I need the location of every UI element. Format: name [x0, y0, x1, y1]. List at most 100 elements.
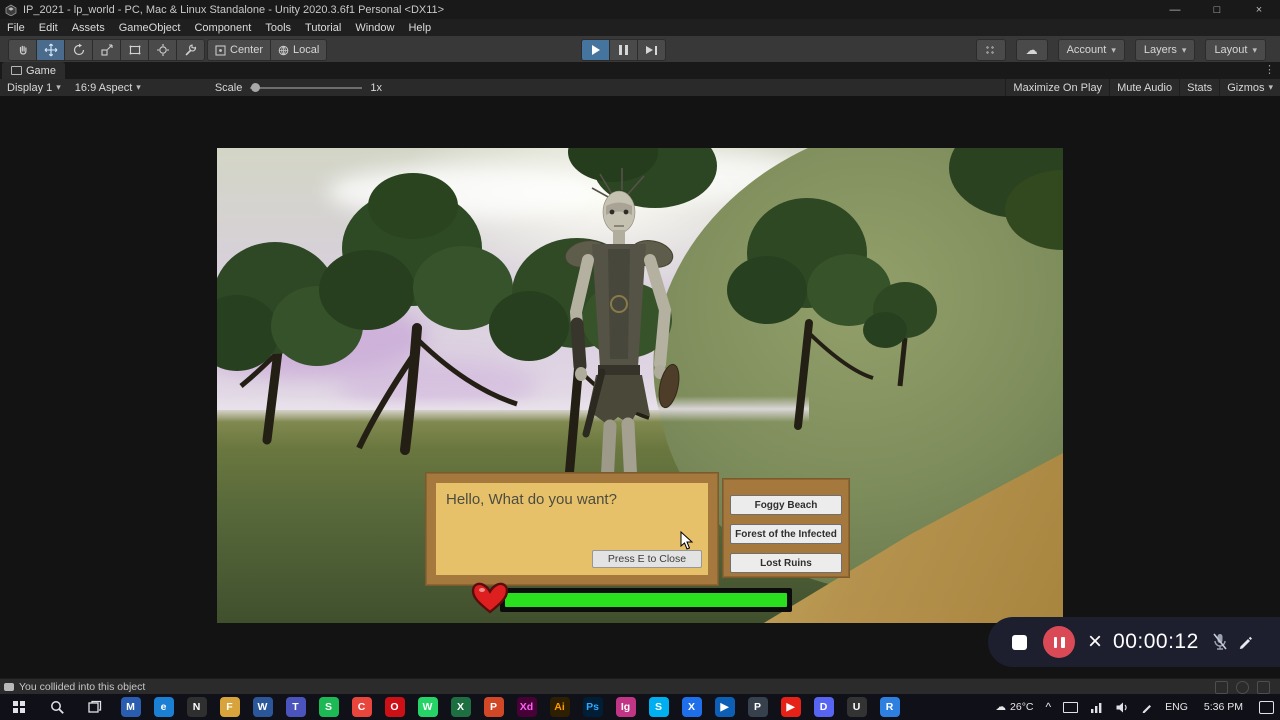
- close-recorder-icon[interactable]: ×: [1088, 630, 1102, 654]
- taskbar-app-powerpoint[interactable]: P: [477, 694, 510, 720]
- game-view[interactable]: Hello, What do you want? Press E to Clos…: [217, 148, 1063, 623]
- annotate-pencil-icon[interactable]: [1237, 634, 1253, 650]
- taskbar-app-photoshop[interactable]: Ps: [576, 694, 609, 720]
- taskbar-app-movies-tv[interactable]: ▶: [708, 694, 741, 720]
- gizmos-dropdown[interactable]: Gizmos ▾: [1219, 79, 1280, 96]
- menu-help[interactable]: Help: [401, 19, 438, 36]
- collab-icon[interactable]: [1257, 680, 1270, 694]
- menu-tutorial[interactable]: Tutorial: [298, 19, 348, 36]
- menu-edit[interactable]: Edit: [32, 19, 65, 36]
- hand-tool-button[interactable]: [8, 39, 37, 61]
- rotate-tool-button[interactable]: [65, 39, 93, 61]
- orientation-toggle-button[interactable]: Local: [271, 39, 328, 61]
- taskbar-app-word[interactable]: W: [246, 694, 279, 720]
- cloud-button[interactable]: ☁: [1015, 39, 1048, 61]
- spotify-icon: S: [318, 697, 339, 717]
- taskbar-app-unity-hub[interactable]: U: [840, 694, 873, 720]
- location-button-lost-ruins[interactable]: Lost Ruins: [730, 553, 842, 573]
- transform-tool-button[interactable]: [149, 39, 177, 61]
- layers-dropdown[interactable]: Layers ▾: [1134, 39, 1196, 61]
- search-button[interactable]: [38, 694, 76, 720]
- taskbar-app-adobe-xd[interactable]: Xd: [510, 694, 543, 720]
- taskbar-app-excel[interactable]: X: [444, 694, 477, 720]
- taskbar-app-xbox[interactable]: X: [675, 694, 708, 720]
- tab-overflow-icon[interactable]: ⋮: [1264, 63, 1275, 76]
- npc-character: [564, 168, 680, 484]
- taskbar-app-file-explorer[interactable]: F: [213, 694, 246, 720]
- close-icon[interactable]: ×: [1238, 0, 1280, 19]
- maximize-on-play-toggle[interactable]: Maximize On Play: [1005, 79, 1109, 96]
- rect-tool-button[interactable]: [121, 39, 149, 61]
- pivot-toggle-button[interactable]: Center: [207, 39, 272, 61]
- aspect-dropdown[interactable]: 16:9 Aspect ▾: [68, 79, 148, 96]
- layout-dropdown[interactable]: Layout ▾: [1205, 39, 1266, 61]
- menu-gameobject[interactable]: GameObject: [112, 19, 188, 36]
- scale-slider-knob[interactable]: [251, 82, 261, 92]
- play-button[interactable]: [581, 39, 610, 61]
- console-message-icon[interactable]: [4, 683, 14, 691]
- scale-slider[interactable]: [250, 82, 363, 92]
- location-button-forest-of-the-infected[interactable]: Forest of the Infected: [730, 524, 842, 544]
- menu-tools[interactable]: Tools: [258, 19, 298, 36]
- step-button[interactable]: [638, 39, 666, 61]
- volume-tray-button[interactable]: [1109, 694, 1135, 720]
- notion-icon: N: [186, 697, 207, 717]
- location-button-foggy-beach[interactable]: Foggy Beach: [730, 495, 842, 515]
- custom-tool-button[interactable]: [177, 39, 205, 61]
- discord-icon: D: [813, 697, 834, 717]
- taskbar-app-edge[interactable]: e: [147, 694, 180, 720]
- taskbar-app-instagram[interactable]: Ig: [609, 694, 642, 720]
- display-dropdown[interactable]: Display 1 ▾: [0, 79, 68, 96]
- action-center-button[interactable]: [1253, 694, 1280, 720]
- taskbar-app-illustrator[interactable]: Ai: [543, 694, 576, 720]
- taskbar-app-youtube[interactable]: ▶: [774, 694, 807, 720]
- taskbar-app-opera[interactable]: O: [378, 694, 411, 720]
- activity-icon[interactable]: [1236, 680, 1249, 694]
- weather-widget[interactable]: ☁ 26°C: [990, 694, 1040, 720]
- taskbar-app-chrome[interactable]: C: [345, 694, 378, 720]
- globe-icon: [278, 45, 289, 55]
- status-message[interactable]: You collided into this object: [19, 681, 145, 693]
- mute-audio-toggle[interactable]: Mute Audio: [1109, 79, 1179, 96]
- taskbar-app-discord[interactable]: D: [807, 694, 840, 720]
- display-tray-button[interactable]: [1057, 694, 1084, 720]
- tab-game[interactable]: Game: [2, 62, 65, 79]
- location-panel: Foggy Beach Forest of the Infected Lost …: [722, 478, 850, 578]
- microphone-muted-icon[interactable]: [1211, 632, 1229, 652]
- pause-button[interactable]: [610, 39, 638, 61]
- menu-component[interactable]: Component: [187, 19, 258, 36]
- taskbar-app-screen-recorder[interactable]: R: [873, 694, 906, 720]
- adobe-xd-icon: Xd: [516, 697, 537, 717]
- taskbar-app-notion[interactable]: N: [180, 694, 213, 720]
- move-tool-button[interactable]: [37, 39, 65, 61]
- menu-window[interactable]: Window: [348, 19, 401, 36]
- health-bar-frame: [500, 588, 792, 612]
- network-tray-button[interactable]: [1084, 694, 1109, 720]
- press-e-to-close-button[interactable]: Press E to Close: [592, 550, 702, 568]
- pen-tray-button[interactable]: [1135, 694, 1159, 720]
- language-indicator[interactable]: ENG: [1159, 694, 1194, 720]
- taskbar-app-teams[interactable]: T: [279, 694, 312, 720]
- menu-assets[interactable]: Assets: [65, 19, 112, 36]
- maximize-icon[interactable]: □: [1196, 0, 1238, 19]
- taskbar-app-mail[interactable]: M: [114, 694, 147, 720]
- taskbar-app-whatsapp[interactable]: W: [411, 694, 444, 720]
- hidden-icons-button[interactable]: ^: [1039, 694, 1057, 720]
- minimize-icon[interactable]: —: [1154, 0, 1196, 19]
- stats-toggle[interactable]: Stats: [1179, 79, 1219, 96]
- chevron-down-icon: ▾: [1111, 44, 1116, 55]
- recording-timer: 00:00:12: [1113, 630, 1199, 653]
- services-button[interactable]: [975, 39, 1006, 61]
- scale-tool-button[interactable]: [93, 39, 121, 61]
- taskbar-app-spotify[interactable]: S: [312, 694, 345, 720]
- taskbar-app-your-phone[interactable]: P: [741, 694, 774, 720]
- clock[interactable]: 5:36 PM: [1194, 694, 1253, 720]
- task-view-button[interactable]: [76, 694, 114, 720]
- auto-refresh-icon[interactable]: [1215, 680, 1228, 694]
- account-dropdown[interactable]: Account ▾: [1057, 39, 1125, 61]
- taskbar-app-skype[interactable]: S: [642, 694, 675, 720]
- start-button[interactable]: [0, 694, 38, 720]
- pause-recording-button[interactable]: [1043, 626, 1075, 658]
- stop-recording-icon[interactable]: [1012, 634, 1027, 650]
- menu-file[interactable]: File: [0, 19, 32, 36]
